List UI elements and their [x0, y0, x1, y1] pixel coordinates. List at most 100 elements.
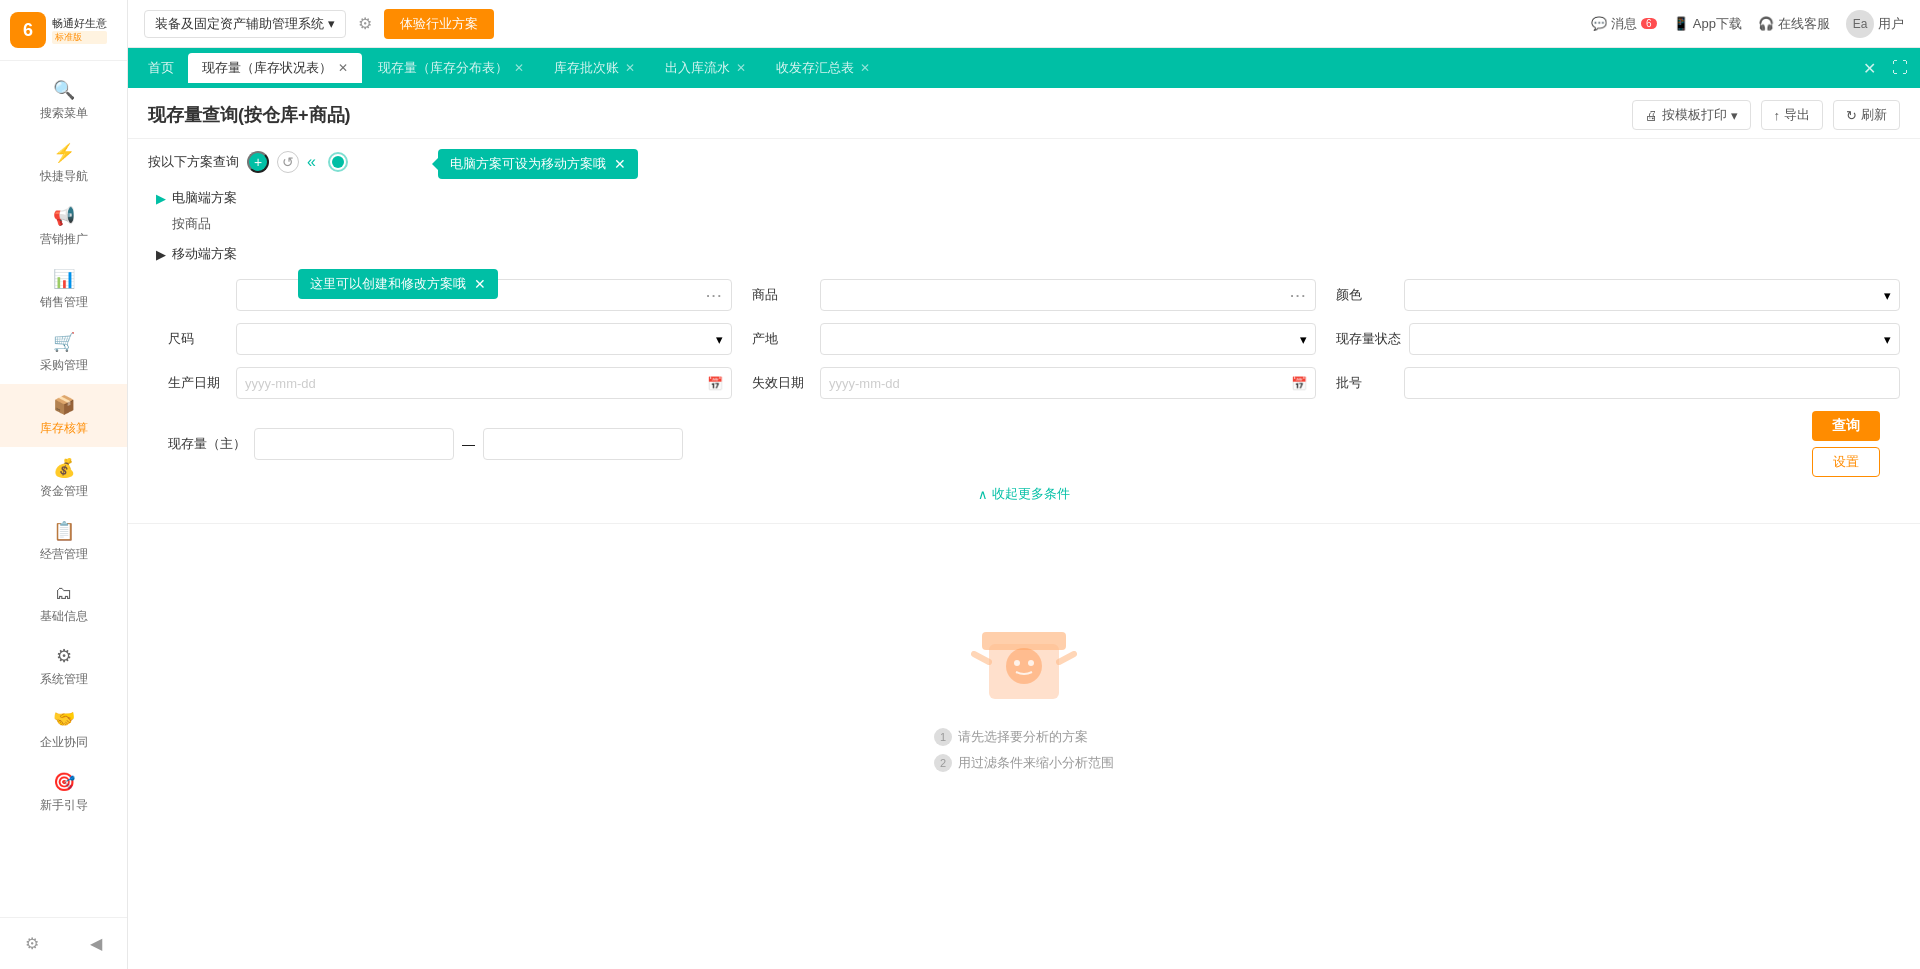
close-tab-icon[interactable]: ✕ [1859, 55, 1880, 82]
messages-action[interactable]: 💬 消息 6 [1591, 15, 1657, 33]
sidebar-item-ops[interactable]: 📋 经营管理 [0, 510, 127, 573]
scheme-group-pc: ▶ 电脑端方案 按商品 [148, 185, 1900, 237]
settings-icon[interactable]: ⚙ [21, 930, 43, 957]
trial-button[interactable]: 体验行业方案 [384, 9, 494, 39]
quantity-end[interactable] [483, 428, 683, 460]
phone-icon: 📱 [1673, 16, 1689, 31]
svg-point-4 [1028, 660, 1034, 666]
tab-home[interactable]: 首页 [136, 53, 186, 83]
tab-close-icon[interactable]: ✕ [860, 61, 870, 75]
search-icon: 🔍 [53, 79, 75, 101]
reset-scheme-button[interactable]: ↺ [277, 151, 299, 173]
scheme-group-pc-header[interactable]: ▶ 电脑端方案 [148, 185, 1900, 211]
pc-scheme-item[interactable]: 按商品 [148, 211, 1900, 237]
empty-illustration [964, 604, 1084, 704]
svg-point-3 [1014, 660, 1020, 666]
purchase-icon: 🛒 [53, 331, 75, 353]
add-scheme-button[interactable]: + [247, 151, 269, 173]
tab-batch[interactable]: 库存批次账 ✕ [540, 53, 649, 83]
goods-dots-icon: ··· [1290, 288, 1307, 303]
back-arrow-icon[interactable]: « [307, 153, 316, 171]
tab-bar-actions: ✕ ⛶ [1859, 55, 1912, 82]
quantity-sep: — [462, 437, 475, 452]
reset-button[interactable]: 设置 [1812, 447, 1880, 477]
tab-summary[interactable]: 收发存汇总表 ✕ [762, 53, 884, 83]
goods-label: 商品 [752, 286, 812, 304]
scheme-group-mobile-header[interactable]: ▶ 移动端方案 [148, 241, 1900, 267]
refresh-button[interactable]: ↻ 刷新 [1833, 100, 1900, 130]
goods-input[interactable]: ··· [820, 279, 1316, 311]
tab-close-icon[interactable]: ✕ [736, 61, 746, 75]
sidebar-item-search[interactable]: 🔍 搜索菜单 [0, 69, 127, 132]
calendar-icon: 📅 [707, 376, 723, 391]
size-label: 尺码 [168, 330, 228, 348]
filter-origin: 产地 ▾ [752, 323, 1316, 355]
quantity-start[interactable] [254, 428, 454, 460]
sidebar-item-inventory[interactable]: 📦 库存核算 [0, 384, 127, 447]
sidebar-item-marketing[interactable]: 📢 营销推广 [0, 195, 127, 258]
support-action[interactable]: 🎧 在线客服 [1758, 15, 1830, 33]
user-action[interactable]: Ea 用户 [1846, 10, 1904, 38]
empty-svg [964, 604, 1084, 704]
export-button[interactable]: ↑ 导出 [1761, 100, 1824, 130]
system-selector[interactable]: 装备及固定资产辅助管理系统 ▾ [144, 10, 346, 38]
tab-close-icon[interactable]: ✕ [514, 61, 524, 75]
tab-inventory-status[interactable]: 现存量（库存状况表） ✕ [188, 53, 362, 83]
sidebar-item-system[interactable]: ⚙ 系统管理 [0, 635, 127, 698]
query-button[interactable]: 查询 [1812, 411, 1880, 441]
edit-tooltip-text: 这里可以创建和修改方案哦 [310, 275, 466, 293]
empty-text: 1 请先选择要分析的方案 2 用过滤条件来缩小分析范围 [934, 724, 1114, 776]
tab-inout[interactable]: 出入库流水 ✕ [651, 53, 760, 83]
filter-size: 尺码 ▾ [168, 323, 732, 355]
collapse-button[interactable]: ∧ 收起更多条件 [148, 477, 1900, 511]
calendar-icon: 📅 [1291, 376, 1307, 391]
logo-title: 畅通好生意 [52, 16, 107, 30]
scheme-tooltip-close[interactable]: ✕ [614, 156, 626, 172]
basic-icon: 🗂 [55, 583, 73, 604]
top-header: 装备及固定资产辅助管理系统 ▾ ⚙ 体验行业方案 💬 消息 6 📱 App下载 … [128, 0, 1920, 48]
app-download-action[interactable]: 📱 App下载 [1673, 15, 1742, 33]
fullscreen-icon[interactable]: ⛶ [1888, 55, 1912, 82]
origin-select[interactable]: ▾ [820, 323, 1316, 355]
batch-no-input[interactable] [1404, 367, 1900, 399]
sidebar-item-sales[interactable]: 📊 销售管理 [0, 258, 127, 321]
color-select[interactable]: ▾ [1404, 279, 1900, 311]
prod-date-start[interactable]: yyyy-mm-dd 📅 [236, 367, 732, 399]
tab-close-icon[interactable]: ✕ [338, 61, 348, 75]
header-gear-icon[interactable]: ⚙ [358, 14, 372, 33]
printer-icon: 🖨 [1645, 108, 1658, 123]
messages-icon: 💬 [1591, 16, 1607, 31]
edit-tooltip-close[interactable]: ✕ [474, 276, 486, 292]
ops-icon: 📋 [53, 520, 75, 542]
origin-label: 产地 [752, 330, 812, 348]
tab-inventory-dist[interactable]: 现存量（库存分布表） ✕ [364, 53, 538, 83]
sidebar-item-finance[interactable]: 💰 资金管理 [0, 447, 127, 510]
filter-color: 颜色 ▾ [1336, 279, 1900, 311]
size-select[interactable]: ▾ [236, 323, 732, 355]
sidebar-item-quick[interactable]: ⚡ 快捷导航 [0, 132, 127, 195]
marketing-icon: 📢 [53, 205, 75, 227]
sidebar: 6 畅通好生意 标准版 🔍 搜索菜单 ⚡ 快捷导航 📢 营销推广 📊 销售管理 … [0, 0, 128, 969]
empty-step-1: 1 请先选择要分析的方案 [934, 724, 1114, 750]
sidebar-item-guide[interactable]: 🎯 新手引导 [0, 761, 127, 824]
filter-batch-no: 批号 [1336, 367, 1900, 399]
pc-scheme-label: 电脑端方案 [172, 189, 237, 207]
step-num-2: 2 [934, 754, 952, 772]
color-label: 颜色 [1336, 286, 1396, 304]
sales-icon: 📊 [53, 268, 75, 290]
stock-status-select[interactable]: ▾ [1409, 323, 1900, 355]
exp-date-start[interactable]: yyyy-mm-dd 📅 [820, 367, 1316, 399]
tab-close-icon[interactable]: ✕ [625, 61, 635, 75]
sidebar-item-purchase[interactable]: 🛒 采购管理 [0, 321, 127, 384]
scheme-tooltip: 电脑方案可设为移动方案哦 ✕ [438, 149, 638, 179]
print-button[interactable]: 🖨 按模板打印 ▾ [1632, 100, 1751, 130]
quantity-row: 现存量（主） — 查询 设置 [168, 411, 1900, 477]
logo-area: 6 畅通好生意 标准版 [0, 0, 127, 61]
sidebar-item-basic[interactable]: 🗂 基础信息 [0, 573, 127, 635]
dots-icon: ··· [706, 288, 723, 303]
collapse-icon[interactable]: ◀ [86, 930, 106, 957]
sidebar-item-coop[interactable]: 🤝 企业协同 [0, 698, 127, 761]
chevron-down-icon: ▾ [1884, 332, 1891, 347]
chevron-right-icon: ▶ [156, 191, 166, 206]
message-badge: 6 [1641, 18, 1657, 29]
